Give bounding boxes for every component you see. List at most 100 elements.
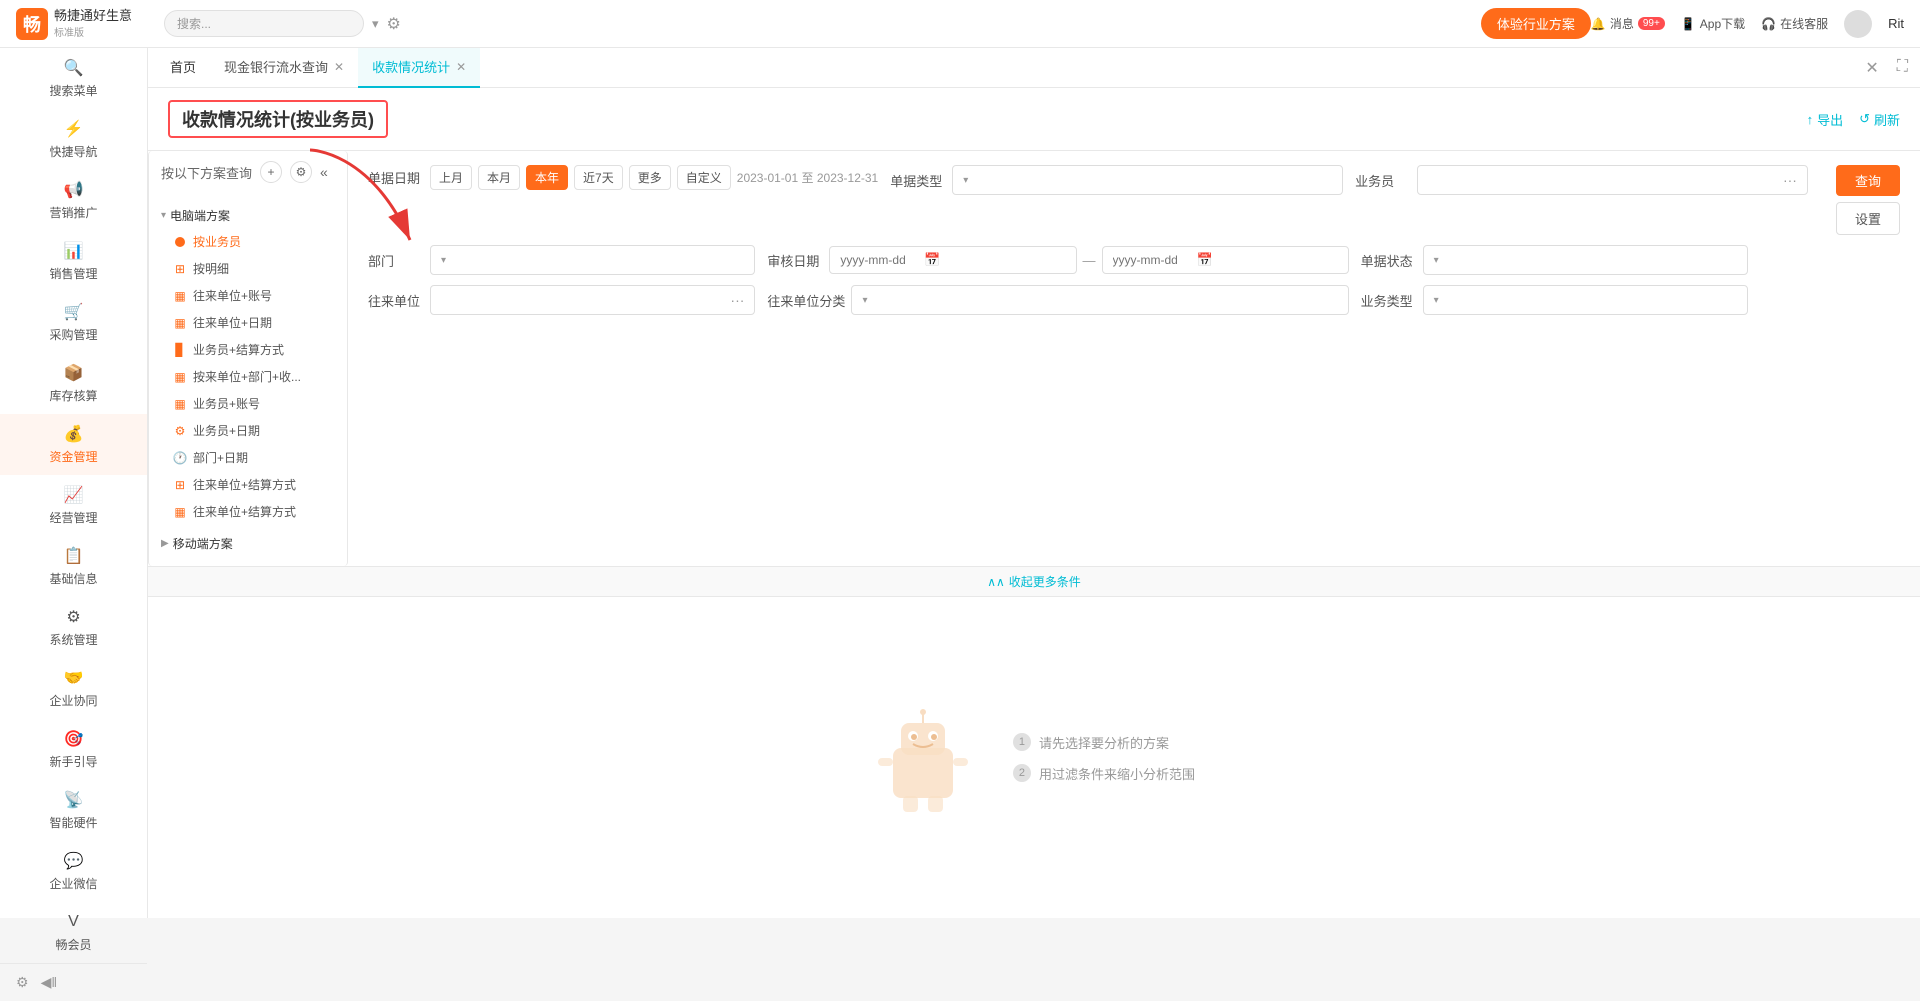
sidebar-bottom: ⚙ ◀‖ [0, 963, 147, 1001]
settings-button[interactable]: 设置 [1836, 202, 1900, 235]
sidebar-item-inventory[interactable]: 📦 库存核算 [0, 353, 147, 414]
review-date-label: 审核日期 [767, 251, 823, 270]
scheme-collapse-button[interactable]: « [320, 164, 328, 180]
date-btn-this-month[interactable]: 本月 [478, 165, 520, 190]
top-search-box[interactable]: 搜索... [164, 10, 364, 37]
scheme-item-client-dept[interactable]: ▦ 按来单位+部门+收... [149, 363, 347, 390]
messages-button[interactable]: 🔔 消息 99+ [1591, 15, 1665, 32]
review-date-end[interactable]: 📅 [1102, 246, 1349, 274]
sidebar-item-marketing[interactable]: 📢 营销推广 [0, 170, 147, 231]
date-btn-more[interactable]: 更多 [629, 165, 671, 190]
scheme-add-button[interactable]: + [260, 161, 282, 183]
sidebar-item-sales[interactable]: 📊 销售管理 [0, 231, 147, 292]
sidebar-collapse-button[interactable]: ◀‖ [41, 974, 58, 991]
salesperson-filter: 业务员 ··· [1355, 165, 1808, 195]
collapse-button[interactable]: ∧∧ 收起更多条件 [987, 573, 1081, 590]
doc-type-select[interactable]: ▾ [952, 165, 1343, 195]
doc-status-label: 单据状态 [1361, 251, 1417, 270]
scheme-settings-button[interactable]: ⚙ [290, 161, 312, 183]
date-btn-custom[interactable]: 自定义 [677, 165, 731, 190]
scheme-item-dept-date[interactable]: 🕐 部门+日期 [149, 444, 347, 471]
counterpart-label: 往来单位 [368, 291, 424, 310]
scheme-desktop-category[interactable]: ▾ 电脑端方案 [149, 203, 347, 228]
filter-row-3: 往来单位 ··· 往来单位分类 ▾ [368, 285, 1900, 315]
dropdown-arrow-icon[interactable]: ▾ [372, 16, 379, 32]
sidebar-item-quick-nav[interactable]: ⚡ 快捷导航 [0, 109, 147, 170]
sidebar-label: 智能硬件 [49, 814, 97, 831]
main-layout: 🔍 搜索菜单 ⚡ 快捷导航 📢 营销推广 📊 销售管理 🛒 采购管理 📦 库存核… [0, 48, 1920, 918]
sidebar-settings-button[interactable]: ⚙ [16, 974, 29, 991]
scheme-item-by-salesperson[interactable]: 按业务员 [149, 228, 347, 255]
scheme-item-client-account[interactable]: ▦ 往来单位+账号 [149, 282, 347, 309]
doc-status-select[interactable]: ▾ [1423, 245, 1748, 275]
online-service-button[interactable]: 🎧 在线客服 [1761, 15, 1828, 32]
biz-type-label: 业务类型 [1361, 291, 1417, 310]
scheme-item-salesperson-account[interactable]: ▦ 业务员+账号 [149, 390, 347, 417]
sales-icon: 📊 [64, 241, 84, 261]
tab-bank-flow[interactable]: 现金银行流水查询 ✕ [210, 48, 358, 88]
sidebar-item-smart-hw[interactable]: 📡 智能硬件 [0, 780, 147, 841]
scheme-item-salesperson-date[interactable]: ⚙ 业务员+日期 [149, 417, 347, 444]
settings-gear-icon[interactable]: ⚙ [387, 14, 401, 34]
sidebar-item-vip[interactable]: V 畅会员 [0, 902, 147, 963]
sidebar-item-wechat[interactable]: 💬 企业微信 [0, 841, 147, 902]
review-date-start[interactable]: 📅 [829, 246, 1076, 274]
tab-receipt-stats[interactable]: 收款情况统计 ✕ [358, 48, 480, 88]
user-name: Rit [1888, 16, 1904, 31]
scheme-item-client-settle[interactable]: ⊞ 往来单位+结算方式 [149, 471, 347, 498]
result-placeholder: 1 请先选择要分析的方案 2 用过滤条件来缩小分析范围 [873, 708, 1195, 808]
sidebar-item-finance[interactable]: 💰 资金管理 [0, 414, 147, 475]
sidebar-item-operation[interactable]: 📈 经营管理 [0, 475, 147, 536]
more-options-icon[interactable]: ··· [1783, 172, 1797, 188]
basic-info-icon: 📋 [64, 546, 84, 566]
chevron-down-icon: ▾ [1434, 255, 1439, 266]
date-btn-this-year[interactable]: 本年 [526, 165, 568, 190]
scheme-item-salesperson-settle[interactable]: ▊ 业务员+结算方式 [149, 336, 347, 363]
scheme-item-client-settle2[interactable]: ▦ 往来单位+结算方式 [149, 498, 347, 525]
trial-button[interactable]: 体验行业方案 [1481, 8, 1591, 39]
tab-receipt-stats-close[interactable]: ✕ [456, 60, 466, 74]
sidebar-item-enterprise[interactable]: 🤝 企业协同 [0, 658, 147, 719]
table4-icon: ▦ [173, 397, 187, 411]
dept-select[interactable]: ▾ [430, 245, 755, 275]
scheme-item-client-date[interactable]: ▦ 往来单位+日期 [149, 309, 347, 336]
review-date-start-input[interactable] [840, 253, 920, 267]
counterpart-filter: 往来单位 ··· [368, 285, 755, 315]
logo-icon: 畅 [16, 8, 48, 40]
guide-icon: 🎯 [64, 729, 84, 749]
scheme-item-by-detail[interactable]: ⊞ 按明细 [149, 255, 347, 282]
biz-type-select[interactable]: ▾ [1423, 285, 1748, 315]
grid2-icon: ⊞ [173, 478, 187, 492]
tab-bank-flow-close[interactable]: ✕ [334, 60, 344, 74]
sidebar-item-basic-info[interactable]: 📋 基础信息 [0, 536, 147, 597]
table3-icon: ▦ [173, 370, 187, 384]
tab-close-all-icon[interactable]: ✕ [1861, 54, 1882, 82]
sidebar-item-search-menu[interactable]: 🔍 搜索菜单 [0, 48, 147, 109]
headset-icon: 🎧 [1761, 17, 1776, 31]
counterpart-more-icon[interactable]: ··· [730, 292, 744, 308]
sidebar-label: 经营管理 [49, 509, 97, 526]
tab-maximize-icon[interactable]: ⛶ [1893, 54, 1912, 82]
chevron-down-icon: ▾ [161, 210, 166, 221]
calendar-icon: 📅 [924, 252, 940, 268]
result-area: 1 请先选择要分析的方案 2 用过滤条件来缩小分析范围 [148, 597, 1920, 918]
avatar[interactable] [1844, 10, 1872, 38]
sidebar-label: 企业协同 [49, 692, 97, 709]
sidebar-item-purchase[interactable]: 🛒 采购管理 [0, 292, 147, 353]
export-button[interactable]: ↑ 导出 [1807, 110, 1844, 129]
sidebar-item-guide[interactable]: 🎯 新手引导 [0, 719, 147, 780]
scheme-mobile-category[interactable]: ▶ 移动端方案 [149, 531, 347, 556]
app-download-button[interactable]: 📱 App下载 [1681, 15, 1745, 32]
counterpart-select[interactable]: ··· [430, 285, 755, 315]
messages-badge: 99+ [1638, 17, 1665, 30]
query-button[interactable]: 查询 [1836, 165, 1900, 196]
salesperson-select[interactable]: ··· [1417, 165, 1808, 195]
date-btn-last-month[interactable]: 上月 [430, 165, 472, 190]
tab-home[interactable]: 首页 [156, 48, 210, 88]
date-btn-7days[interactable]: 近7天 [574, 165, 623, 190]
refresh-button[interactable]: ↺ 刷新 [1859, 110, 1900, 129]
tab-bar-right: ✕ ⛶ [1861, 54, 1912, 82]
counterpart-cat-select[interactable]: ▾ [851, 285, 1348, 315]
review-date-end-input[interactable] [1113, 253, 1193, 267]
sidebar-item-system[interactable]: ⚙ 系统管理 [0, 597, 147, 658]
